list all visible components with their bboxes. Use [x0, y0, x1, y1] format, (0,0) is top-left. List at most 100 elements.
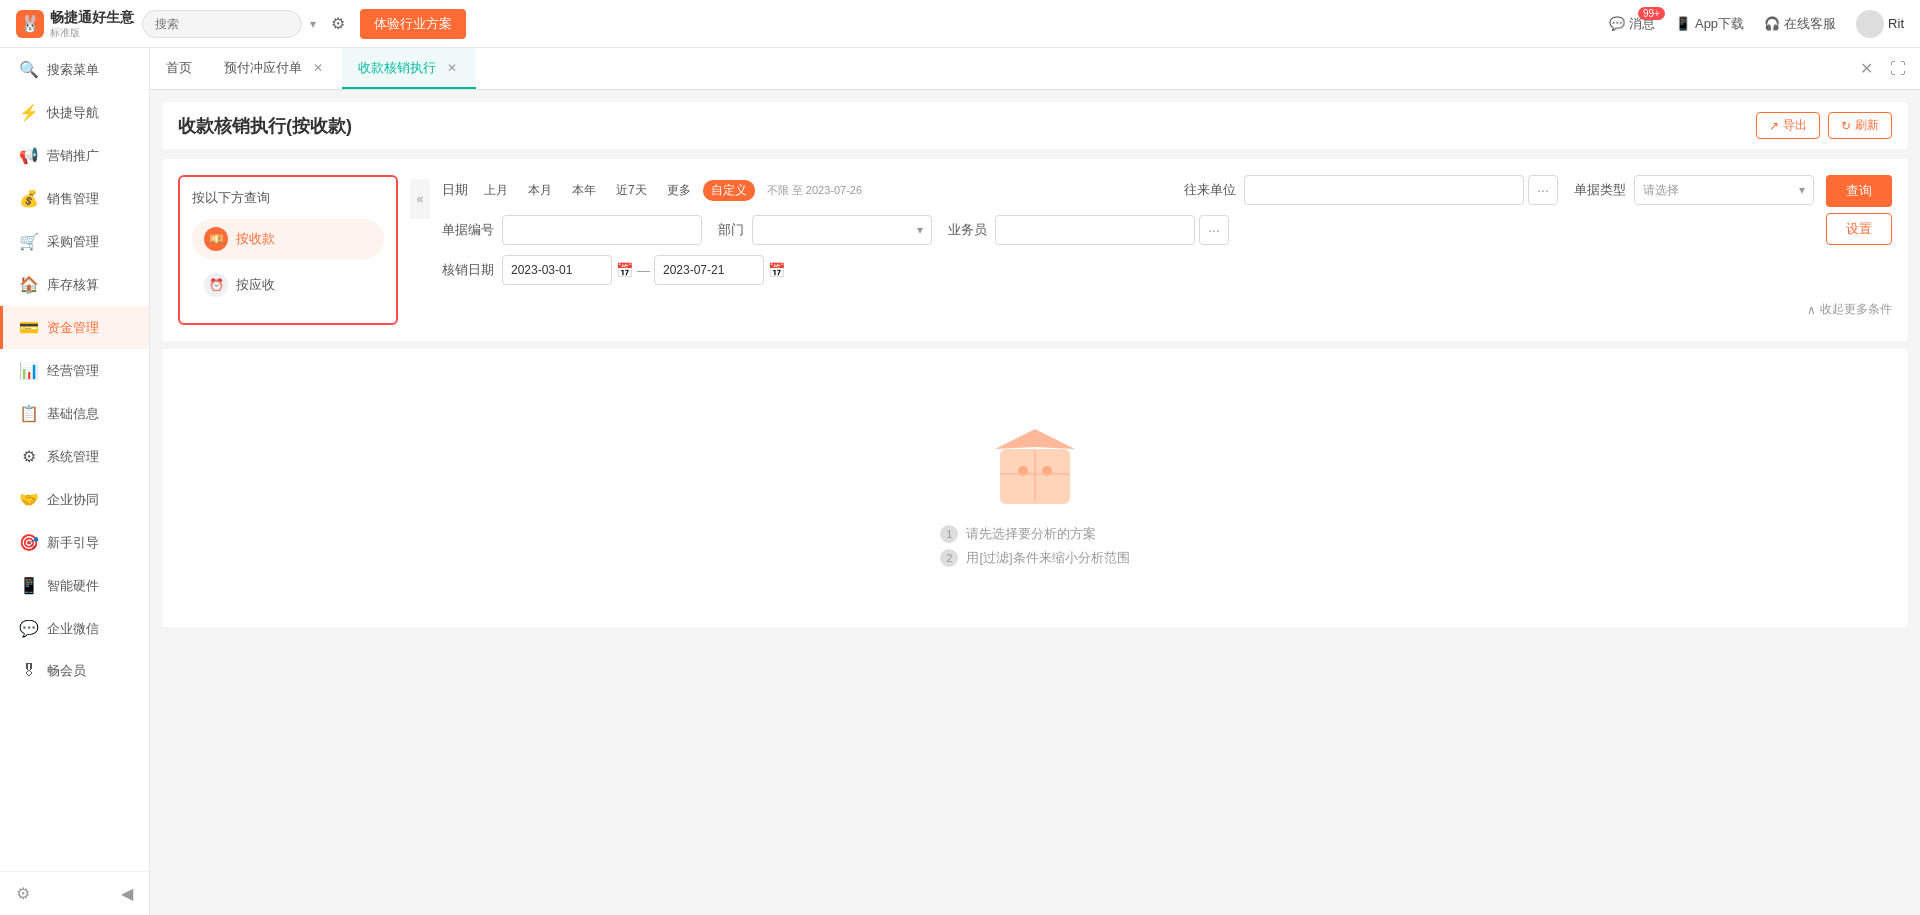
collapse-filter-button[interactable]: «	[410, 179, 430, 219]
tab-expand-button[interactable]: ⛶	[1884, 55, 1912, 83]
basic-info-icon: 📋	[19, 404, 39, 423]
query-actions: 查询 设置	[1826, 175, 1892, 245]
tab-home-label: 首页	[166, 59, 192, 77]
sidebar-item-quick-nav[interactable]: ⚡ 快捷导航	[0, 91, 149, 134]
top-bar-left: 🐰 畅捷通好生意 标准版 ▾ ⚙ 体验行业方案	[16, 8, 466, 39]
partner-input[interactable]	[1244, 175, 1524, 205]
collapse-sidebar-icon[interactable]: ◀	[121, 884, 133, 903]
tab-collection[interactable]: 收款核销执行 ✕	[342, 48, 476, 89]
collection-icon: 💴	[204, 227, 228, 251]
sidebar-item-guide[interactable]: 🎯 新手引导	[0, 521, 149, 564]
date-range-text: 不限 至 2023-07-26	[767, 183, 862, 198]
doc-type-select[interactable]: 请选择 ▾	[1634, 175, 1814, 205]
filter-option-collection[interactable]: 💴 按收款	[192, 219, 384, 259]
sidebar-item-basic-info[interactable]: 📋 基础信息	[0, 392, 149, 435]
filter-option-collection-label: 按收款	[236, 230, 275, 248]
top-bar-right: 💬 消息 99+ 📱 App下载 🎧 在线客服 Rit	[1609, 10, 1904, 38]
sidebar-item-purchase[interactable]: 🛒 采购管理	[0, 220, 149, 263]
date-opt-more[interactable]: 更多	[659, 180, 699, 201]
date-opt-this-year[interactable]: 本年	[564, 180, 604, 201]
hint-num-1: 1	[940, 525, 958, 543]
export-icon: ↗	[1769, 119, 1779, 133]
doc-type-label: 单据类型	[1574, 181, 1626, 199]
empty-hint-2: 2 用[过滤]条件来缩小分析范围	[940, 549, 1129, 567]
tab-bar-actions: ✕ ⛶	[1852, 48, 1920, 89]
logo-text: 畅捷通好生意 标准版	[50, 8, 134, 39]
message-button[interactable]: 💬 消息 99+	[1609, 15, 1655, 33]
sidebar-item-finance[interactable]: 💳 资金管理	[0, 306, 149, 349]
tab-close-all-button[interactable]: ✕	[1852, 55, 1880, 83]
date-opt-this-month[interactable]: 本月	[520, 180, 560, 201]
tab-prepay-label: 预付冲应付单	[224, 59, 302, 77]
partner-dots-button[interactable]: ···	[1528, 175, 1558, 205]
doc-type-placeholder: 请选择	[1643, 182, 1679, 199]
message-icon: 💬	[1609, 16, 1625, 31]
tab-home[interactable]: 首页	[150, 48, 208, 89]
date-opt-last-month[interactable]: 上月	[476, 180, 516, 201]
online-service-button[interactable]: 🎧 在线客服	[1764, 15, 1836, 33]
operation-icon: 📊	[19, 361, 39, 380]
sidebar-item-sales[interactable]: 💰 销售管理	[0, 177, 149, 220]
sidebar-item-inventory[interactable]: 🏠 库存核算	[0, 263, 149, 306]
calendar-end-icon[interactable]: 📅	[768, 262, 785, 278]
doc-no-input[interactable]	[502, 215, 702, 245]
page-header: 收款核销执行(按收款) ↗ 导出 ↻ 刷新	[162, 102, 1908, 149]
search-icon: 🔍	[19, 60, 39, 79]
filter-option-receivable-label: 按应收	[236, 276, 275, 294]
chevron-down-icon[interactable]: ▾	[310, 17, 316, 31]
tab-bar: 首页 预付冲应付单 ✕ 收款核销执行 ✕ ✕ ⛶	[150, 48, 1920, 90]
date-opt-7days[interactable]: 近7天	[608, 180, 655, 201]
refresh-icon: ↻	[1841, 119, 1851, 133]
wechat-icon: 💬	[19, 619, 39, 638]
empty-text: 1 请先选择要分析的方案 2 用[过滤]条件来缩小分析范围	[940, 525, 1129, 567]
app-download-button[interactable]: 📱 App下载	[1675, 15, 1744, 33]
date-opt-custom[interactable]: 自定义	[703, 180, 755, 201]
message-badge: 99+	[1638, 7, 1665, 20]
sidebar-item-marketing[interactable]: 📢 营销推广	[0, 134, 149, 177]
sidebar-label-inventory: 库存核算	[47, 276, 99, 294]
system-icon: ⚙	[19, 447, 39, 466]
member-icon: 🎖	[19, 662, 39, 680]
logo-icon: 🐰	[16, 10, 44, 38]
gear-button[interactable]: ⚙	[324, 10, 352, 38]
flash-icon: ⚡	[19, 103, 39, 122]
export-button[interactable]: ↗ 导出	[1756, 112, 1820, 139]
sidebar-item-system[interactable]: ⚙ 系统管理	[0, 435, 149, 478]
page-content: 收款核销执行(按收款) ↗ 导出 ↻ 刷新 按以下方查询	[150, 90, 1920, 915]
sales-icon: 💰	[19, 189, 39, 208]
purchase-icon: 🛒	[19, 232, 39, 251]
user-profile[interactable]: Rit	[1856, 10, 1904, 38]
staff-input[interactable]	[995, 215, 1195, 245]
search-input[interactable]	[142, 10, 302, 38]
sidebar-item-enterprise[interactable]: 🤝 企业协同	[0, 478, 149, 521]
filter-option-receivable[interactable]: ⏰ 按应收	[192, 265, 384, 305]
sidebar-item-hardware[interactable]: 📱 智能硬件	[0, 564, 149, 607]
setting-button[interactable]: 设置	[1826, 213, 1892, 245]
settings-bottom-icon[interactable]: ⚙	[16, 884, 30, 903]
main-layout: 🔍 搜索菜单 ⚡ 快捷导航 📢 营销推广 💰 销售管理 🛒 采购管理 🏠 库存核…	[0, 48, 1920, 915]
verify-date-range: 📅 — 📅	[502, 255, 785, 285]
industry-button[interactable]: 体验行业方案	[360, 9, 466, 39]
collapse-more-conditions[interactable]: ∧ 收起更多条件	[442, 297, 1892, 322]
staff-dots-button[interactable]: ···	[1199, 215, 1229, 245]
guide-icon: 🎯	[19, 533, 39, 552]
tab-prepay-close[interactable]: ✕	[310, 60, 326, 76]
svg-marker-1	[995, 429, 1075, 449]
tab-prepay[interactable]: 预付冲应付单 ✕	[208, 48, 342, 89]
sidebar-item-search[interactable]: 🔍 搜索菜单	[0, 48, 149, 91]
empty-illustration	[985, 409, 1085, 509]
verify-date-start-input[interactable]	[502, 255, 612, 285]
dept-select[interactable]: ▾	[752, 215, 932, 245]
verify-date-field: 核销日期 📅 — 📅	[442, 255, 785, 285]
refresh-button[interactable]: ↻ 刷新	[1828, 112, 1892, 139]
calendar-start-icon[interactable]: 📅	[616, 262, 633, 278]
sidebar-bottom: ⚙ ◀	[0, 871, 149, 915]
verify-date-end-input[interactable]	[654, 255, 764, 285]
tab-collection-close[interactable]: ✕	[444, 60, 460, 76]
dept-field: 部门 ▾	[718, 215, 932, 245]
sidebar-label-sales: 销售管理	[47, 190, 99, 208]
sidebar-item-wechat[interactable]: 💬 企业微信	[0, 607, 149, 650]
query-button[interactable]: 查询	[1826, 175, 1892, 207]
sidebar-item-member[interactable]: 🎖 畅会员	[0, 650, 149, 692]
sidebar-item-operation[interactable]: 📊 经营管理	[0, 349, 149, 392]
